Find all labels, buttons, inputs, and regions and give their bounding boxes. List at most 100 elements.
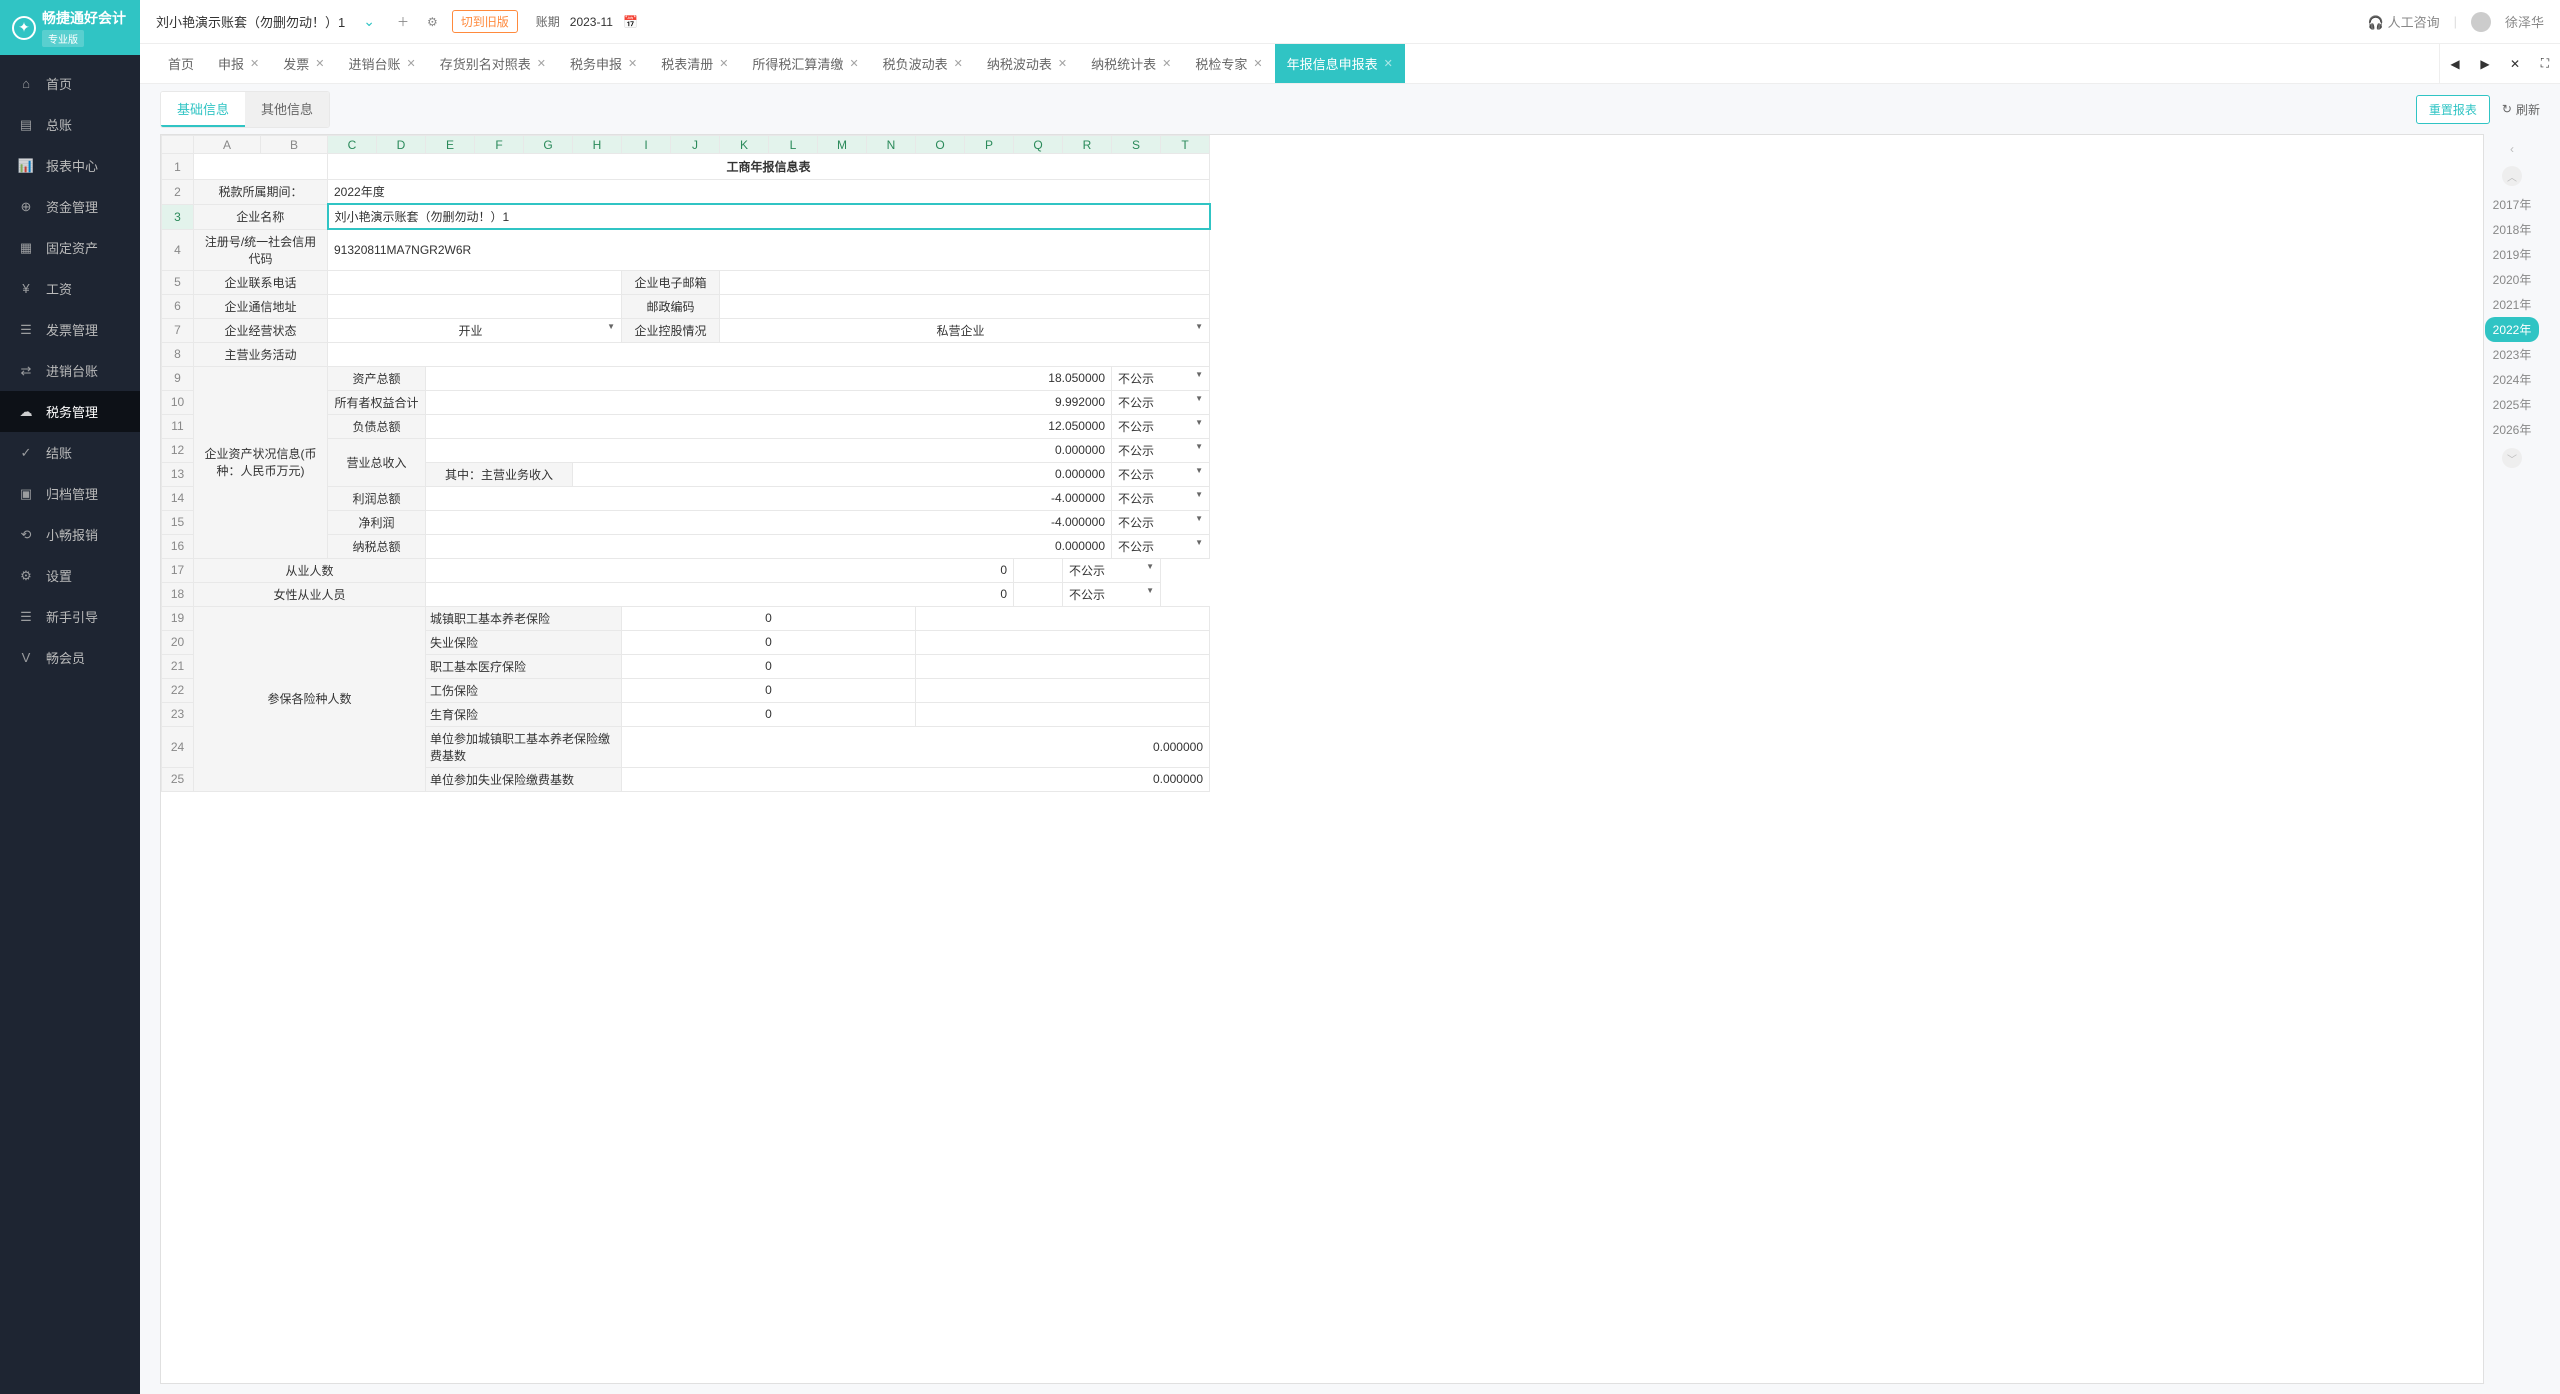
close-icon[interactable]: ✕	[849, 57, 858, 70]
company-name-cell[interactable]: 刘小艳演示账套（勿删勿动！）1	[328, 204, 1210, 229]
row-header[interactable]: 11	[162, 414, 194, 438]
close-icon[interactable]: ✕	[537, 57, 546, 70]
row-header[interactable]: 2	[162, 180, 194, 205]
row-header[interactable]: 4	[162, 229, 194, 270]
row-header[interactable]: 10	[162, 390, 194, 414]
year-2021年[interactable]: 2021年	[2485, 292, 2540, 317]
close-icon[interactable]: ✕	[628, 57, 637, 70]
disclose-select[interactable]: 不公示	[1112, 462, 1210, 486]
account-name[interactable]: 刘小艳演示账套（勿删勿动！）1	[156, 12, 345, 31]
year-2019年[interactable]: 2019年	[2485, 242, 2540, 267]
row-header[interactable]: 21	[162, 654, 194, 678]
row-header[interactable]: 9	[162, 366, 194, 390]
chevron-down-icon[interactable]: ⌄	[355, 13, 383, 30]
calendar-icon[interactable]: 📅	[623, 15, 638, 29]
row-header[interactable]: 23	[162, 702, 194, 726]
row-header[interactable]: 24	[162, 726, 194, 767]
row-header[interactable]: 12	[162, 438, 194, 462]
tab-进销台账[interactable]: 进销台账✕	[336, 44, 427, 83]
nav-item-report[interactable]: 📊报表中心	[0, 145, 140, 186]
row-header[interactable]: 25	[162, 767, 194, 791]
tab-税表清册[interactable]: 税表清册✕	[649, 44, 740, 83]
disclose-select[interactable]: 不公示	[1112, 438, 1210, 462]
disclose-select[interactable]: 不公示	[1112, 390, 1210, 414]
tab-next-icon[interactable]: ▶	[2470, 44, 2500, 84]
year-up-icon[interactable]: ︿	[2502, 166, 2522, 186]
nav-item-tax[interactable]: ☁税务管理	[0, 391, 140, 432]
nav-item-salary[interactable]: ¥工资	[0, 268, 140, 309]
year-2022年[interactable]: 2022年	[2485, 317, 2540, 342]
row-header[interactable]: 18	[162, 582, 194, 606]
tab-首页[interactable]: 首页	[156, 44, 206, 83]
avatar-icon[interactable]	[2471, 12, 2491, 32]
close-icon[interactable]: ✕	[1384, 57, 1393, 70]
tab-存货别名对照表[interactable]: 存货别名对照表✕	[428, 44, 558, 83]
close-icon[interactable]: ✕	[719, 57, 728, 70]
status-select[interactable]: 开业	[328, 318, 622, 342]
close-icon[interactable]: ✕	[407, 57, 416, 70]
tab-年报信息申报表[interactable]: 年报信息申报表✕	[1275, 44, 1405, 83]
row-header[interactable]: 17	[162, 558, 194, 582]
row-header[interactable]: 16	[162, 534, 194, 558]
row-header[interactable]: 5	[162, 270, 194, 294]
tab-所得税汇算清缴[interactable]: 所得税汇算清缴✕	[740, 44, 870, 83]
close-icon[interactable]: ✕	[315, 57, 324, 70]
disclose-select[interactable]: 不公示	[1112, 510, 1210, 534]
period-value[interactable]: 2023-11	[570, 15, 613, 29]
disclose-select[interactable]: 不公示	[1112, 414, 1210, 438]
year-2017年[interactable]: 2017年	[2485, 192, 2540, 217]
disclose-select[interactable]: 不公示	[1112, 366, 1210, 390]
nav-item-guide[interactable]: ☰新手引导	[0, 596, 140, 637]
row-header[interactable]: 22	[162, 678, 194, 702]
tab-税务申报[interactable]: 税务申报✕	[558, 44, 649, 83]
row-header[interactable]: 15	[162, 510, 194, 534]
tab-prev-icon[interactable]: ◀	[2440, 44, 2470, 84]
disclose-select[interactable]: 不公示	[1112, 534, 1210, 558]
year-down-icon[interactable]: ﹀	[2502, 448, 2522, 468]
user-name[interactable]: 徐泽华	[2505, 12, 2544, 31]
tab-发票[interactable]: 发票✕	[271, 44, 336, 83]
tab-纳税统计表[interactable]: 纳税统计表✕	[1079, 44, 1183, 83]
nav-item-reclaim[interactable]: ⟲小畅报销	[0, 514, 140, 555]
nav-item-fund[interactable]: ⊕资金管理	[0, 186, 140, 227]
year-2020年[interactable]: 2020年	[2485, 267, 2540, 292]
year-2018年[interactable]: 2018年	[2485, 217, 2540, 242]
spreadsheet[interactable]: ABCDEFGHIJKLMNOPQRST1工商年报信息表2税款所属期间：2022…	[160, 134, 2484, 1384]
switch-old-button[interactable]: 切到旧版	[452, 10, 518, 33]
row-header[interactable]: 7	[162, 318, 194, 342]
close-icon[interactable]: ✕	[1162, 57, 1171, 70]
row-header[interactable]: 20	[162, 630, 194, 654]
row-header[interactable]: 8	[162, 342, 194, 366]
row-header[interactable]: 19	[162, 606, 194, 630]
year-2024年[interactable]: 2024年	[2485, 367, 2540, 392]
row-header[interactable]: 3	[162, 204, 194, 229]
collapse-icon[interactable]: ‹	[2510, 142, 2514, 156]
subtab-basic[interactable]: 基础信息	[161, 92, 245, 127]
year-2023年[interactable]: 2023年	[2485, 342, 2540, 367]
tab-纳税波动表[interactable]: 纳税波动表✕	[975, 44, 1079, 83]
nav-item-home[interactable]: ⌂首页	[0, 63, 140, 104]
nav-item-member[interactable]: V畅会员	[0, 637, 140, 678]
close-icon[interactable]: ✕	[1253, 57, 1262, 70]
reset-button[interactable]: 重置报表	[2416, 95, 2490, 124]
close-icon[interactable]: ✕	[250, 57, 259, 70]
tab-申报[interactable]: 申报✕	[206, 44, 271, 83]
fullscreen-icon[interactable]: ⛶	[2530, 44, 2560, 84]
consult-link[interactable]: 🎧 人工咨询	[2368, 12, 2440, 31]
year-2026年[interactable]: 2026年	[2485, 417, 2540, 442]
plus-icon[interactable]: ＋	[393, 9, 413, 34]
nav-item-inout[interactable]: ⇄进销台账	[0, 350, 140, 391]
row-header[interactable]: 13	[162, 462, 194, 486]
gear-icon[interactable]: ⚙	[423, 11, 442, 33]
tab-close-all-icon[interactable]: ✕	[2500, 44, 2530, 84]
nav-item-invoice[interactable]: ☰发票管理	[0, 309, 140, 350]
tab-税负波动表[interactable]: 税负波动表✕	[871, 44, 975, 83]
nav-item-settings[interactable]: ⚙设置	[0, 555, 140, 596]
refresh-button[interactable]: ↻ 刷新	[2502, 101, 2540, 118]
nav-item-asset[interactable]: ▦固定资产	[0, 227, 140, 268]
close-icon[interactable]: ✕	[1058, 57, 1067, 70]
row-header[interactable]: 6	[162, 294, 194, 318]
year-2025年[interactable]: 2025年	[2485, 392, 2540, 417]
nav-item-ledger[interactable]: ▤总账	[0, 104, 140, 145]
close-icon[interactable]: ✕	[954, 57, 963, 70]
